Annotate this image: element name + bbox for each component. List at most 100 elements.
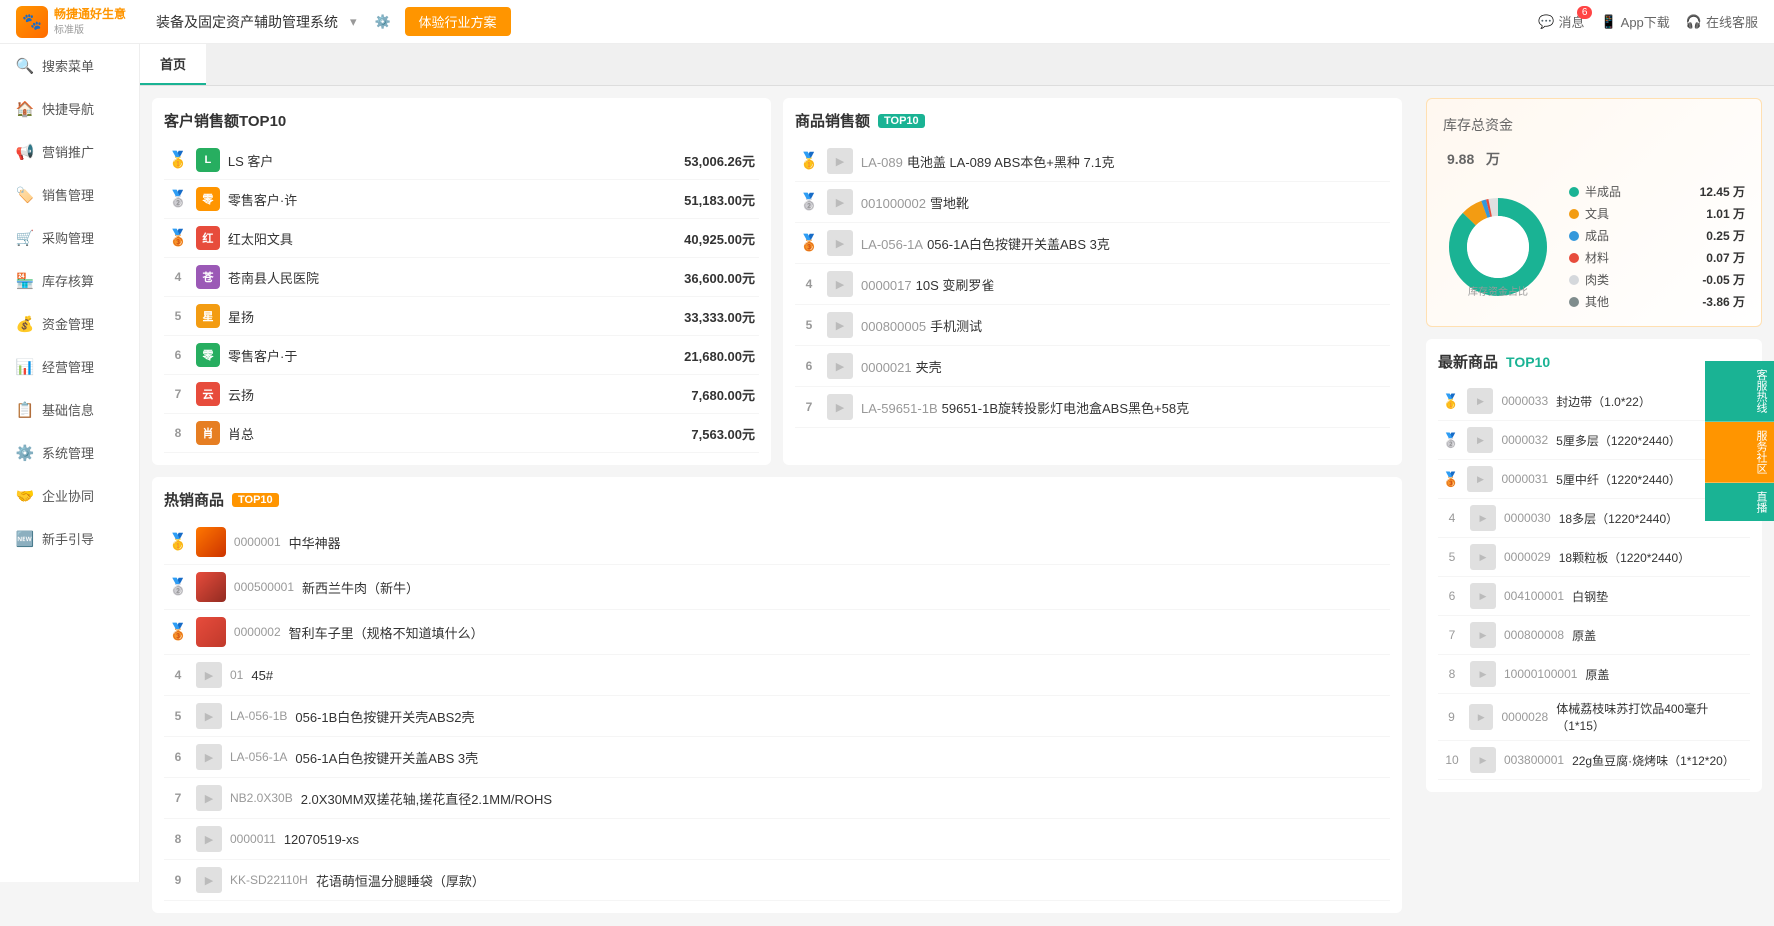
product-name: 新西兰牛肉（新牛） — [302, 578, 419, 597]
tab-bar: 首页 — [140, 44, 1774, 86]
sidebar-label-guide: 新手引导 — [42, 529, 94, 548]
medal-icon: 🥇 — [168, 150, 188, 170]
product-image — [196, 617, 226, 647]
sidebar-item-marketing[interactable]: 📢 营销推广 — [0, 130, 139, 173]
list-item: 🥉 ▶ 0000031 5厘中纤（1220*2440） — [1438, 460, 1750, 499]
list-item: 🥉 0000002 智利车子里（规格不知道填什么） — [164, 610, 1390, 655]
legend-item: 其他 -3.86 万 — [1569, 293, 1745, 310]
product-thumb: ▶ — [1467, 466, 1493, 492]
sidebar-item-guide[interactable]: 🆕 新手引导 — [0, 517, 139, 560]
legend-value: -3.86 万 — [1702, 293, 1745, 310]
avatar: 星 — [196, 304, 220, 328]
sidebar-item-basic[interactable]: 📋 基础信息 — [0, 388, 139, 431]
rank-number: 8 — [168, 426, 188, 440]
hot-products-card: 热销商品 TOP10 🥇 0000001 中华神器 🥈 000500001 新 — [152, 477, 1402, 913]
list-item: 4 ▶ 01 45# — [164, 655, 1390, 696]
list-item: 🥉 ▶ LA-056-1A056-1A白色按键开关盖ABS 3克 — [795, 223, 1390, 264]
list-item: 7 ▶ 000800008 原盖 — [1438, 616, 1750, 655]
product-thumb: ▶ — [196, 826, 222, 852]
product-thumb: ▶ — [827, 394, 853, 420]
sidebar-label-inventory: 库存核算 — [42, 271, 94, 290]
product-thumb: ▶ — [1470, 747, 1496, 773]
product-code: 004100001 — [1504, 589, 1564, 603]
inventory-chart-row: 库存资金占比 半成品 12.45 万 文具 1.01 万 — [1443, 183, 1745, 310]
sidebar-item-sales[interactable]: 🏷️ 销售管理 — [0, 173, 139, 216]
product-thumb: ▶ — [827, 312, 853, 338]
sidebar-item-collab[interactable]: 🤝 企业协同 — [0, 474, 139, 517]
medal-icon: 🥇 — [1442, 393, 1459, 410]
tab-home[interactable]: 首页 — [140, 44, 206, 85]
sidebar-item-operation[interactable]: 📊 经营管理 — [0, 345, 139, 388]
clipboard-icon: 📋 — [16, 401, 34, 419]
product-thumb: ▶ — [827, 189, 853, 215]
product-thumb: ▶ — [1470, 544, 1496, 570]
handshake-icon: 🤝 — [16, 487, 34, 505]
sidebar-item-inventory[interactable]: 🏪 库存核算 — [0, 259, 139, 302]
logo-icon: 🐾 — [16, 6, 48, 38]
message-badge: 6 — [1577, 6, 1593, 19]
product-thumb: ▶ — [1467, 427, 1493, 453]
legend-dot — [1569, 231, 1579, 241]
product-code: 0000030 — [1504, 511, 1551, 525]
sidebar-item-quicknav[interactable]: 🏠 快捷导航 — [0, 87, 139, 130]
list-item: 7 ▶ NB2.0X30B 2.0X30MM双搓花轴,搓花直径2.1MM/ROH… — [164, 778, 1390, 819]
home-icon: 🏠 — [16, 100, 34, 118]
legend-dot — [1569, 209, 1579, 219]
product-name: 12070519-xs — [284, 832, 359, 847]
list-item: 6 零 零售客户·于 21,680.00元 — [164, 336, 759, 375]
customer-value: 51,183.00元 — [684, 190, 755, 209]
product-info: 001000002雪地靴 — [861, 193, 1386, 212]
medal-icon: 🥉 — [168, 622, 188, 642]
legend-value: 0.07 万 — [1706, 249, 1745, 266]
list-item: 8 ▶ 10000100001 原盖 — [1438, 655, 1750, 694]
sidebar-label-sales: 销售管理 — [42, 185, 94, 204]
list-item: 🥈 ▶ 0000032 5厘多层（1220*2440） — [1438, 421, 1750, 460]
dropdown-arrow-icon[interactable]: ▾ — [350, 14, 357, 30]
product-name: 056-1B白色按键开关壳ABS2壳 — [295, 707, 474, 726]
legend-name: 其他 — [1585, 293, 1696, 310]
float-btn-community[interactable]: 服务社区 — [1705, 422, 1774, 483]
list-item: 🥈 零 零售客户·许 51,183.00元 — [164, 180, 759, 219]
sidebar-item-search[interactable]: 🔍 搜索菜单 — [0, 44, 139, 87]
product-code: 000500001 — [234, 580, 294, 594]
medal-icon: 🥈 — [168, 189, 188, 209]
product-thumb: ▶ — [827, 230, 853, 256]
list-item: 9 ▶ 0000028 体械荔枝味苏打饮品400毫升（1*15） — [1438, 694, 1750, 741]
float-btn-service[interactable]: 客服热线 — [1705, 361, 1774, 422]
online-service-button[interactable]: 🎧 在线客服 — [1686, 12, 1758, 31]
float-btn-live[interactable]: 直播 — [1705, 483, 1774, 521]
list-item: 🥇 0000001 中华神器 — [164, 520, 1390, 565]
latest-products-title: 最新商品 TOP10 — [1438, 351, 1750, 372]
main-content: 首页 客户销售额TOP10 🥇 L LS 客户 — [140, 44, 1774, 925]
sidebar-item-purchase[interactable]: 🛒 采购管理 — [0, 216, 139, 259]
product-thumb: ▶ — [196, 703, 222, 729]
message-button[interactable]: 💬 消息 6 — [1538, 12, 1584, 31]
store-icon: 🏪 — [16, 272, 34, 290]
list-item: 4 ▶ 000001710S 变刷罗雀 — [795, 264, 1390, 305]
hot-products-title: 热销商品 TOP10 — [164, 489, 1390, 510]
product-name: 体械荔枝味苏打饮品400毫升（1*15） — [1556, 700, 1746, 734]
product-image — [196, 527, 226, 557]
product-name: 22g鱼豆腐·烧烤味（1*12*20） — [1572, 752, 1735, 769]
legend-dot — [1569, 187, 1579, 197]
product-code: 000800008 — [1504, 628, 1564, 642]
avatar: 零 — [196, 187, 220, 211]
rank-number: 6 — [168, 348, 188, 362]
product-name: 18颗粒板（1220*2440） — [1559, 549, 1690, 566]
rank-number: 8 — [168, 832, 188, 846]
settings-icon[interactable]: ⚙️ — [369, 8, 397, 36]
customer-value: 53,006.26元 — [684, 151, 755, 170]
sidebar-item-system[interactable]: ⚙️ 系统管理 — [0, 431, 139, 474]
app-download-button[interactable]: 📱 App下载 — [1600, 12, 1669, 31]
sidebar-item-finance[interactable]: 💰 资金管理 — [0, 302, 139, 345]
list-item: 5 星 星扬 33,333.00元 — [164, 297, 759, 336]
trial-button[interactable]: 体验行业方案 — [405, 7, 511, 36]
medal-icon: 🥉 — [168, 228, 188, 248]
customer-rank-card: 客户销售额TOP10 🥇 L LS 客户 53,006.26元 🥈 — [152, 98, 771, 465]
product-name: 5厘中纤（1220*2440） — [1556, 471, 1681, 488]
avatar: 苍 — [196, 265, 220, 289]
product-rank-card: 商品销售额 TOP10 🥇 ▶ LA-089电池盖 LA-089 ABS本色+黑… — [783, 98, 1402, 465]
float-buttons: 客服热线 服务社区 直播 — [1705, 361, 1774, 521]
list-item: 5 ▶ 000800005手机测试 — [795, 305, 1390, 346]
chart-label: 库存资金占比 — [1468, 283, 1528, 298]
